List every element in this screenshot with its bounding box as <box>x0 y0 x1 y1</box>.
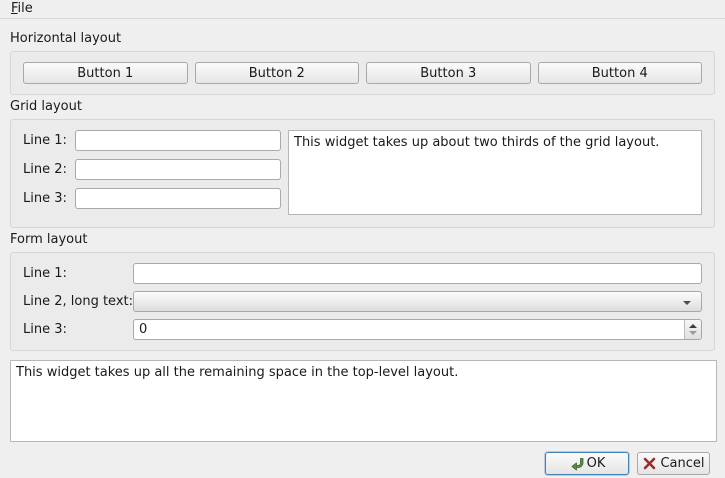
ok-enter-arrow-icon <box>569 456 584 471</box>
grid-line3-label: Line 3: <box>23 191 67 206</box>
grid-group-title: Grid layout <box>10 99 82 114</box>
spin-down-icon[interactable] <box>689 331 697 335</box>
form-line3-label: Line 3: <box>23 322 67 337</box>
button-2[interactable]: Button 2 <box>194 62 359 84</box>
grid-line1-input[interactable] <box>75 130 281 151</box>
ok-button[interactable]: OK <box>545 452 629 475</box>
spinbox-buttons[interactable] <box>684 320 701 339</box>
form-group-title: Form layout <box>10 232 88 247</box>
form-line3-spinbox[interactable] <box>133 319 702 340</box>
horizontal-group-title: Horizontal layout <box>10 31 122 46</box>
cancel-button[interactable]: Cancel <box>637 452 710 475</box>
dialog-button-row: OK Cancel <box>10 452 715 475</box>
grid-line2-label: Line 2: <box>23 162 67 177</box>
form-line1-input[interactable] <box>133 263 702 284</box>
horizontal-group-box: Button 1 Button 2 Button 3 Button 4 <box>10 51 715 95</box>
form-group-box: Line 1: Line 2, long text: Line 3: <box>10 252 715 351</box>
button-3[interactable]: Button 3 <box>366 62 531 84</box>
form-line2-label: Line 2, long text: <box>23 294 133 309</box>
chevron-down-icon <box>683 301 691 305</box>
spin-up-icon[interactable] <box>689 324 697 328</box>
grid-line2-input[interactable] <box>75 159 281 180</box>
grid-group-box: Line 1: Line 2: Line 3: This widget take… <box>10 119 715 228</box>
form-line2-combobox[interactable] <box>133 291 702 312</box>
form-line1-label: Line 1: <box>23 266 67 281</box>
ok-button-label: OK <box>586 456 606 471</box>
grid-line1-label: Line 1: <box>23 133 67 148</box>
menubar: File <box>0 0 725 19</box>
horizontal-buttons-row: Button 1 Button 2 Button 3 Button 4 <box>23 62 702 84</box>
grid-line3-input[interactable] <box>75 188 281 209</box>
grid-left-fields: Line 1: Line 2: Line 3: <box>23 130 281 217</box>
cancel-button-label: Cancel <box>660 456 705 471</box>
bottom-textedit[interactable]: This widget takes up all the remaining s… <box>10 360 717 442</box>
spinbox-value-input[interactable] <box>134 320 684 339</box>
button-4[interactable]: Button 4 <box>537 62 702 84</box>
cancel-x-icon <box>642 456 657 471</box>
button-1[interactable]: Button 1 <box>23 62 188 84</box>
menu-file-rest: ile <box>17 1 33 16</box>
central-widget: Horizontal layout Button 1 Button 2 Butt… <box>0 19 725 475</box>
menu-file[interactable]: File <box>4 0 40 18</box>
grid-textedit[interactable]: This widget takes up about two thirds of… <box>288 130 702 215</box>
